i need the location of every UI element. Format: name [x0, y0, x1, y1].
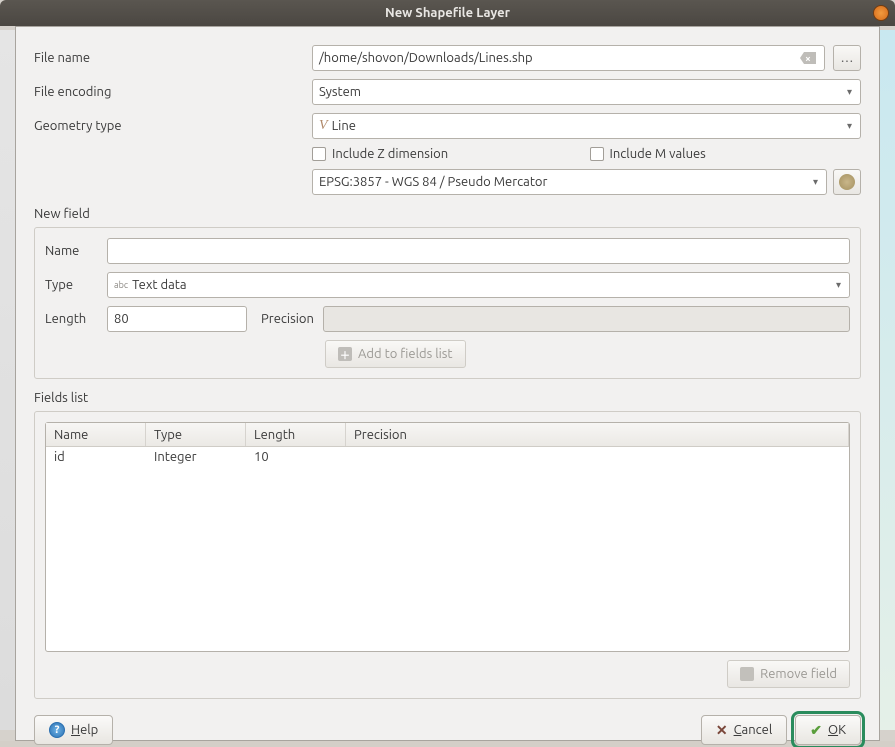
- cancel-icon: ✕: [716, 722, 728, 739]
- field-name-input[interactable]: [107, 238, 850, 264]
- file-encoding-label: File encoding: [34, 85, 304, 99]
- geometry-type-row: Geometry type V Line: [34, 113, 861, 139]
- crs-combo[interactable]: EPSG:3857 - WGS 84 / Pseudo Mercator: [312, 169, 827, 195]
- field-type-label: Type: [45, 278, 99, 292]
- check-icon: ✔: [810, 722, 822, 739]
- crs-value: EPSG:3857 - WGS 84 / Pseudo Mercator: [319, 175, 547, 189]
- dialog-body: File name /home/shovon/Downloads/Lines.s…: [15, 26, 880, 741]
- geometry-type-combo[interactable]: V Line: [312, 113, 861, 139]
- geometry-type-value: Line: [332, 119, 356, 133]
- dimension-checkboxes: Include Z dimension Include M values: [312, 147, 861, 161]
- cancel-button[interactable]: ✕ Cancel: [701, 715, 787, 745]
- abc-icon: abc: [114, 280, 128, 290]
- add-icon: ＋: [338, 347, 352, 361]
- crs-select-button[interactable]: [833, 169, 861, 195]
- fields-table[interactable]: Name Type Length Precision id Integer 10: [45, 422, 850, 652]
- remove-icon: [740, 667, 754, 681]
- col-header-length[interactable]: Length: [246, 423, 346, 446]
- field-length-label: Length: [45, 312, 99, 326]
- globe-icon: [839, 174, 855, 190]
- cell-type: Integer: [146, 447, 246, 469]
- col-header-name[interactable]: Name: [46, 423, 146, 446]
- cell-name: id: [46, 447, 146, 469]
- ok-button[interactable]: ✔ OK: [795, 715, 861, 745]
- field-name-label: Name: [45, 244, 99, 258]
- fields-list-group: Name Type Length Precision id Integer 10…: [34, 411, 861, 699]
- col-header-type[interactable]: Type: [146, 423, 246, 446]
- include-z-label: Include Z dimension: [332, 147, 448, 161]
- remove-field-button[interactable]: Remove field: [727, 660, 850, 688]
- clear-icon[interactable]: [800, 52, 816, 64]
- ok-label: OK: [828, 723, 846, 737]
- close-icon[interactable]: [873, 5, 889, 21]
- add-to-list-button[interactable]: ＋ Add to fields list: [325, 340, 466, 368]
- geometry-type-label: Geometry type: [34, 119, 304, 133]
- background-left: [0, 30, 15, 730]
- field-length-input[interactable]: 80: [107, 306, 247, 332]
- include-m-checkbox[interactable]: [590, 147, 604, 161]
- field-type-combo[interactable]: abc Text data: [107, 272, 850, 298]
- dialog-button-bar: ? Help ✕ Cancel ✔ OK: [34, 715, 861, 745]
- add-to-list-label: Add to fields list: [358, 347, 453, 361]
- cell-length: 10: [246, 447, 346, 469]
- file-encoding-value: System: [319, 85, 361, 99]
- table-row[interactable]: id Integer 10: [46, 447, 849, 469]
- file-name-row: File name /home/shovon/Downloads/Lines.s…: [34, 45, 861, 71]
- file-name-input[interactable]: /home/shovon/Downloads/Lines.shp: [312, 45, 825, 71]
- titlebar: New Shapefile Layer: [0, 0, 895, 26]
- col-header-precision[interactable]: Precision: [346, 423, 849, 446]
- fields-list-title: Fields list: [34, 391, 861, 405]
- table-header: Name Type Length Precision: [46, 423, 849, 447]
- cell-precision: [346, 447, 849, 469]
- background-right: [880, 30, 895, 730]
- remove-field-label: Remove field: [760, 667, 837, 681]
- help-icon: ?: [49, 722, 65, 738]
- field-precision-input: [323, 306, 850, 332]
- browse-label: …: [841, 51, 854, 65]
- file-encoding-combo[interactable]: System: [312, 79, 861, 105]
- field-type-value: Text data: [132, 278, 186, 292]
- file-name-value: /home/shovon/Downloads/Lines.shp: [319, 51, 533, 65]
- line-icon: V: [319, 118, 328, 134]
- help-button[interactable]: ? Help: [34, 715, 113, 745]
- file-encoding-row: File encoding System: [34, 79, 861, 105]
- file-name-label: File name: [34, 51, 304, 65]
- browse-button[interactable]: …: [833, 45, 861, 71]
- help-label: Help: [71, 723, 98, 737]
- field-length-value: 80: [114, 312, 129, 326]
- new-field-group: Name Type abc Text data Length 80 Precis…: [34, 227, 861, 379]
- cancel-label: Cancel: [734, 723, 773, 737]
- crs-row: EPSG:3857 - WGS 84 / Pseudo Mercator: [312, 169, 861, 195]
- include-m-label: Include M values: [610, 147, 706, 161]
- include-z-checkbox[interactable]: [312, 147, 326, 161]
- new-field-title: New field: [34, 207, 861, 221]
- field-precision-label: Precision: [261, 312, 315, 326]
- window-title: New Shapefile Layer: [385, 6, 510, 20]
